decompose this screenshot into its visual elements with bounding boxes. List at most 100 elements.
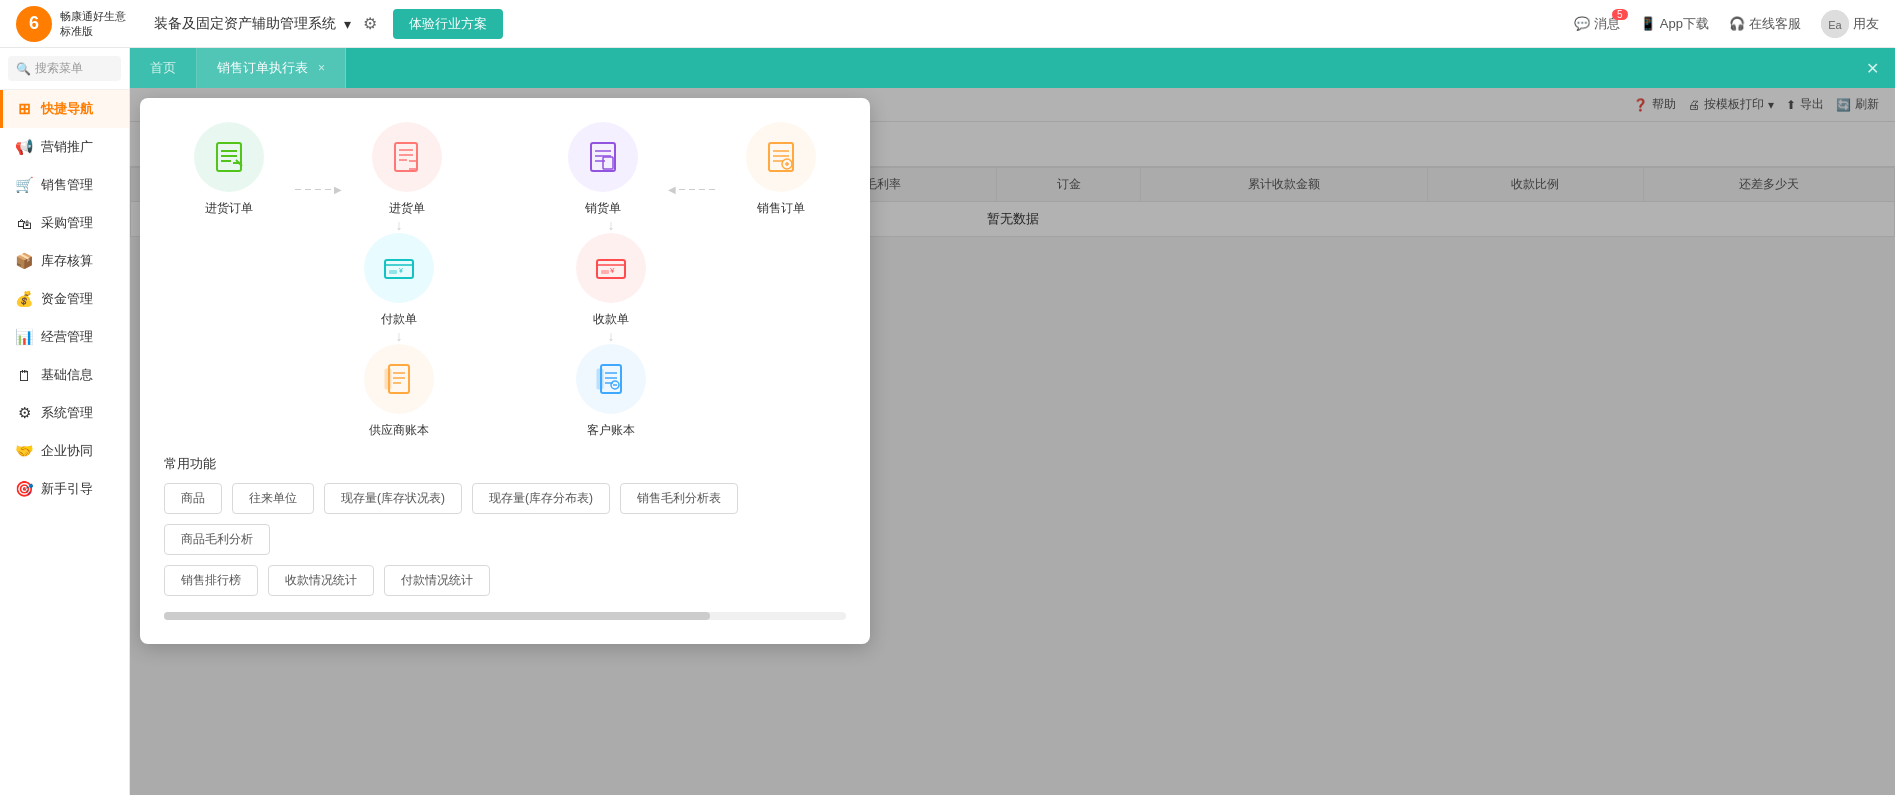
tab-sales-order[interactable]: 销售订单执行表 × <box>197 48 346 88</box>
svg-rect-29 <box>601 270 609 274</box>
svg-rect-37 <box>597 369 603 389</box>
func-btn[interactable]: 往来单位 <box>232 483 314 514</box>
flow-row-1: 进货订单 ▶ <box>164 122 846 217</box>
close-all-tabs-btn[interactable]: ✕ <box>1866 59 1879 78</box>
user-avatar-area[interactable]: Ea 用友 <box>1821 10 1879 38</box>
flow-row-v2: ↓ ↓ <box>164 328 846 344</box>
headset-icon: 🎧 <box>1729 16 1745 31</box>
sidebar-item-inventory[interactable]: 📦 库存核算 <box>0 242 129 280</box>
func-btn[interactable]: 现存量(库存分布表) <box>472 483 610 514</box>
experience-btn[interactable]: 体验行业方案 <box>393 9 503 39</box>
supplier-book-node[interactable]: 供应商账本 <box>334 344 464 439</box>
tab-label-home: 首页 <box>150 59 176 77</box>
sidebar-item-quick-nav[interactable]: ⊞ 快捷导航 <box>0 90 129 128</box>
func-btn[interactable]: 现存量(库存状况表) <box>324 483 462 514</box>
tab-home[interactable]: 首页 <box>130 48 197 88</box>
payment-slip-node[interactable]: ¥ 付款单 <box>334 233 464 328</box>
search-menu-btn[interactable]: 🔍 搜索菜单 <box>8 56 121 81</box>
app-download-btn[interactable]: 📱 App下载 <box>1640 15 1709 33</box>
menu-icon-enterprise: 🤝 <box>15 442 33 460</box>
purchase-slip-node[interactable]: 进货单 <box>342 122 472 217</box>
menu-label-basic-info: 基础信息 <box>41 366 93 384</box>
flow-row-2: ¥ 付款单 ¥ 收款单 <box>164 233 846 328</box>
func-btn[interactable]: 商品毛利分析 <box>164 524 270 555</box>
func-buttons-container: 商品往来单位现存量(库存状况表)现存量(库存分布表)销售毛利分析表商品毛利分析销… <box>164 483 846 596</box>
purchase-order-label: 进货订单 <box>205 200 253 217</box>
menu-icon-quick-nav: ⊞ <box>15 100 33 118</box>
common-funcs-section: 常用功能 商品往来单位现存量(库存状况表)现存量(库存分布表)销售毛利分析表商品… <box>164 455 846 596</box>
supplier-book-label: 供应商账本 <box>369 422 429 439</box>
svg-rect-31 <box>389 365 409 393</box>
top-right-area: 💬 消息 5 📱 App下载 🎧 在线客服 Ea 用友 <box>1574 10 1879 38</box>
func-row-1: 销售排行榜收款情况统计付款情况统计 <box>164 565 846 596</box>
sidebar-item-finance[interactable]: 💰 资金管理 <box>0 280 129 318</box>
modal-scrollbar[interactable] <box>164 612 846 620</box>
func-btn[interactable]: 付款情况统计 <box>384 565 490 596</box>
sidebar: 🔍 搜索菜单 ⊞ 快捷导航📢 营销推广🛒 销售管理🛍 采购管理📦 库存核算💰 资… <box>0 48 130 795</box>
sidebar-item-operations[interactable]: 📊 经营管理 <box>0 318 129 356</box>
func-btn[interactable]: 商品 <box>164 483 222 514</box>
customer-book-node[interactable]: 客户账本 <box>546 344 676 439</box>
sales-order-flow-label: 销售订单 <box>757 200 805 217</box>
menu-label-marketing: 营销推广 <box>41 138 93 156</box>
menu-icon-sales-mgmt: 🛒 <box>15 176 33 194</box>
sidebar-item-sales-mgmt[interactable]: 🛒 销售管理 <box>0 166 129 204</box>
receipt-slip-node[interactable]: ¥ 收款单 <box>546 233 676 328</box>
supplier-book-icon <box>364 344 434 414</box>
tabs-container: 首页 销售订单执行表 × <box>130 48 346 88</box>
menu-icon-marketing: 📢 <box>15 138 33 156</box>
purchase-order-node[interactable]: 进货订单 <box>164 122 294 217</box>
svg-rect-16 <box>769 143 793 171</box>
sales-slip-node[interactable]: 销货单 <box>538 122 668 217</box>
sidebar-item-basic-info[interactable]: 🗒 基础信息 <box>0 356 129 394</box>
menu-label-purchase-mgmt: 采购管理 <box>41 214 93 232</box>
menu-icon-beginner: 🎯 <box>15 480 33 498</box>
mobile-icon: 📱 <box>1640 16 1656 31</box>
receipt-slip-icon: ¥ <box>576 233 646 303</box>
sidebar-item-enterprise[interactable]: 🤝 企业协同 <box>0 432 129 470</box>
v-arrow-payment: ↓ <box>334 328 464 344</box>
menu-label-beginner: 新手引导 <box>41 480 93 498</box>
settings-icon[interactable]: ⚙ <box>363 14 377 33</box>
menu-icon-finance: 💰 <box>15 290 33 308</box>
func-btn[interactable]: 收款情况统计 <box>268 565 374 596</box>
tab-label-sales-order: 销售订单执行表 <box>217 59 308 77</box>
logo-icon: 6 <box>16 6 52 42</box>
func-btn[interactable]: 销售排行榜 <box>164 565 258 596</box>
top-bar: 6 畅康通好生意 标准版 装备及固定资产辅助管理系统 ▾ ⚙ 体验行业方案 💬 … <box>0 0 1895 48</box>
sidebar-menu: ⊞ 快捷导航📢 营销推广🛒 销售管理🛍 采购管理📦 库存核算💰 资金管理📊 经营… <box>0 90 129 508</box>
tab-close-sales-order[interactable]: × <box>318 61 325 75</box>
dropdown-arrow-icon[interactable]: ▾ <box>344 16 351 32</box>
sidebar-item-marketing[interactable]: 📢 营销推广 <box>0 128 129 166</box>
sidebar-item-beginner[interactable]: 🎯 新手引导 <box>0 470 129 508</box>
search-icon: 🔍 <box>16 62 31 76</box>
logo-text: 畅康通好生意 标准版 <box>60 9 126 38</box>
sales-order-icon <box>746 122 816 192</box>
sales-order-flow-node[interactable]: 销售订单 <box>716 122 846 217</box>
svg-rect-25 <box>389 270 397 274</box>
page-content: ❓ 帮助 🖨 按模板打印 ▾ ⬆ 导出 🔄 <box>130 88 1895 795</box>
menu-icon-purchase-mgmt: 🛍 <box>15 214 33 232</box>
flow-row-3: 供应商账本 客户账本 <box>164 344 846 439</box>
func-btn[interactable]: 销售毛利分析表 <box>620 483 738 514</box>
purchase-slip-label: 进货单 <box>389 200 425 217</box>
arrow-2: ◀ <box>668 184 716 217</box>
tabs-bar: 首页 销售订单执行表 × ✕ <box>130 48 1895 88</box>
customer-book-icon <box>576 344 646 414</box>
sidebar-item-purchase-mgmt[interactable]: 🛍 采购管理 <box>0 204 129 242</box>
sidebar-item-sys-mgmt[interactable]: ⚙ 系统管理 <box>0 394 129 432</box>
sales-slip-icon <box>568 122 638 192</box>
svg-text:Ea: Ea <box>1828 19 1842 31</box>
payment-slip-icon: ¥ <box>364 233 434 303</box>
sales-slip-label: 销货单 <box>585 200 621 217</box>
menu-label-inventory: 库存核算 <box>41 252 93 270</box>
system-title-text: 装备及固定资产辅助管理系统 <box>154 15 336 33</box>
system-title-area: 装备及固定资产辅助管理系统 ▾ ⚙ 体验行业方案 <box>154 9 503 39</box>
menu-label-operations: 经营管理 <box>41 328 93 346</box>
svg-rect-36 <box>601 365 621 393</box>
modal-overlay[interactable]: 进货订单 ▶ <box>130 88 1895 795</box>
message-btn[interactable]: 💬 消息 5 <box>1574 15 1620 33</box>
sidebar-search-area[interactable]: 🔍 搜索菜单 <box>0 48 129 90</box>
online-service-btn[interactable]: 🎧 在线客服 <box>1729 15 1801 33</box>
menu-icon-sys-mgmt: ⚙ <box>15 404 33 422</box>
